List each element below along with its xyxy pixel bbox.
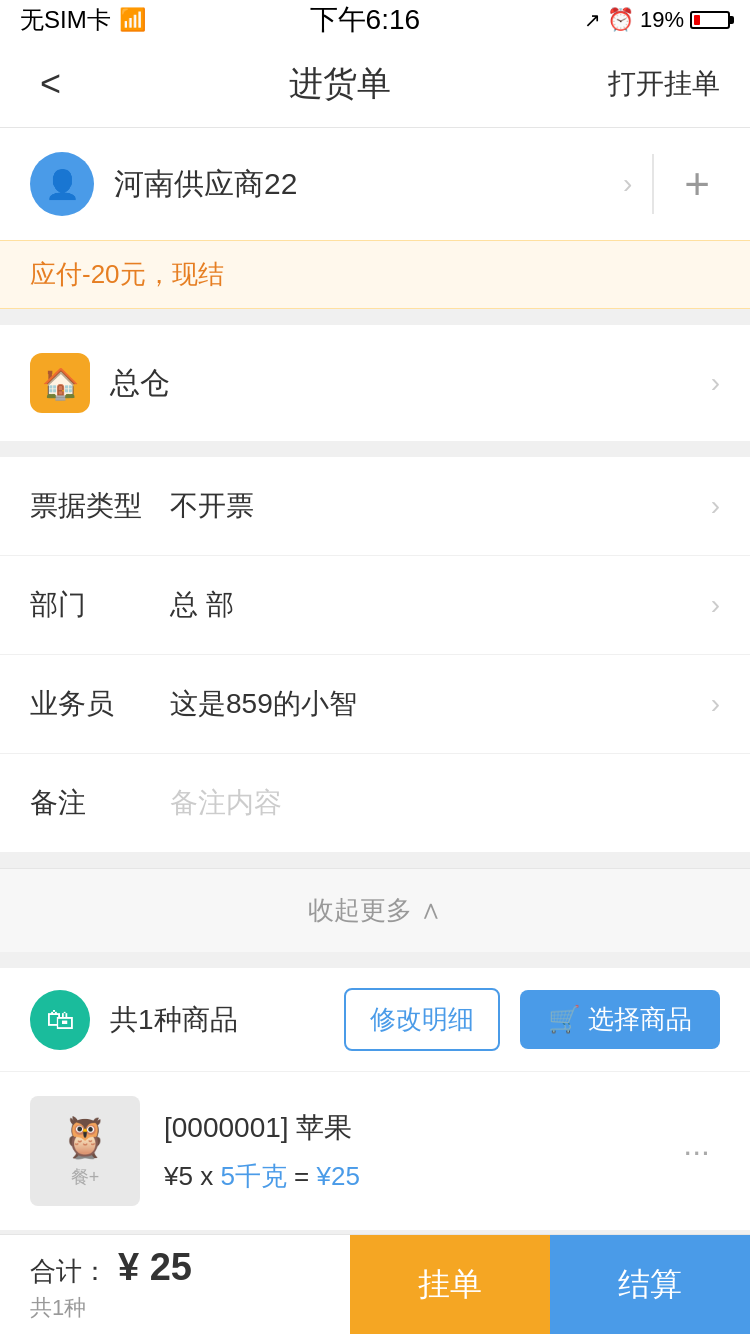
alarm-icon: ⏰: [607, 7, 634, 33]
status-bar: 无SIM卡 📶 下午6:16 ↗ ⏰ 19%: [0, 0, 750, 40]
page-title: 进货单: [289, 61, 391, 107]
bottom-bar: 合计： ¥ 25 共1种 挂单 结算: [0, 1234, 750, 1334]
select-product-button[interactable]: 🛒 选择商品: [520, 990, 720, 1049]
supplier-row[interactable]: 👤 河南供应商22 › +: [0, 128, 750, 240]
warehouse-arrow-icon: ›: [711, 367, 720, 399]
battery-icon: [690, 11, 730, 29]
equals-sign: =: [294, 1161, 316, 1191]
collapse-bar[interactable]: 收起更多 ∧: [0, 868, 750, 952]
product-code: [0000001]: [164, 1112, 289, 1143]
products-count: 共1种商品: [110, 1001, 324, 1039]
department-value: 总 部: [150, 586, 711, 624]
select-product-label: 选择商品: [588, 1002, 692, 1037]
supplier-arrow-icon: ›: [623, 168, 632, 200]
department-arrow-icon: ›: [711, 589, 720, 621]
warehouse-icon: 🏠: [30, 353, 90, 413]
unit-price: ¥5: [164, 1161, 193, 1191]
department-label: 部门: [30, 586, 150, 624]
status-right: ↗ ⏰ 19%: [584, 7, 730, 33]
wifi-icon: 📶: [119, 7, 146, 33]
collapse-label: 收起更多 ∧: [308, 895, 441, 925]
form-section: 票据类型 不开票 › 部门 总 部 › 业务员 这是859的小智 › 备注 备注…: [0, 457, 750, 852]
product-total: ¥25: [317, 1161, 360, 1191]
product-title: 苹果: [296, 1112, 352, 1143]
salesperson-value: 这是859的小智: [150, 685, 711, 723]
product-thumbnail: 🦉 餐+: [30, 1096, 140, 1206]
warehouse-name: 总仓: [110, 363, 711, 404]
products-header: 🛍 共1种商品 修改明细 🛒 选择商品: [0, 968, 750, 1072]
total-main: 合计： ¥ 25: [30, 1246, 320, 1289]
warehouse-section: 🏠 总仓 ›: [0, 325, 750, 441]
remark-row[interactable]: 备注 备注内容: [0, 754, 750, 852]
carrier-text: 无SIM卡: [20, 4, 111, 36]
select-product-icon: 🛒: [548, 1004, 580, 1035]
battery-percent: 19%: [640, 7, 684, 33]
location-icon: ↗: [584, 8, 601, 32]
product-info: [0000001] 苹果 ¥5 x 5千克 = ¥25: [164, 1109, 673, 1194]
hold-button-label: 挂单: [418, 1263, 482, 1307]
owl-icon: 🦉: [60, 1114, 110, 1161]
add-supplier-button[interactable]: +: [674, 159, 720, 209]
supplier-section: 👤 河南供应商22 › + 应付-20元，现结: [0, 128, 750, 309]
supplier-divider: [652, 154, 654, 214]
status-carrier: 无SIM卡 📶: [20, 4, 146, 36]
invoice-row[interactable]: 票据类型 不开票 ›: [0, 457, 750, 556]
nav-bar: < 进货单 打开挂单: [0, 40, 750, 128]
total-label: 合计：: [30, 1254, 108, 1289]
salesperson-arrow-icon: ›: [711, 688, 720, 720]
warehouse-row[interactable]: 🏠 总仓 ›: [0, 325, 750, 441]
owl-label: 餐+: [71, 1165, 100, 1189]
battery-fill: [694, 15, 700, 25]
warehouse-building-icon: 🏠: [42, 366, 79, 401]
invoice-label: 票据类型: [30, 487, 150, 525]
status-time: 下午6:16: [310, 1, 421, 39]
supplier-avatar: 👤: [30, 152, 94, 216]
back-button[interactable]: <: [30, 53, 71, 115]
products-icon: 🛍: [30, 990, 90, 1050]
product-quantity: 5千克: [220, 1161, 286, 1191]
price-separator: x: [200, 1161, 220, 1191]
checkout-button[interactable]: 结算: [550, 1235, 750, 1334]
remark-input[interactable]: 备注内容: [150, 784, 720, 822]
remark-label: 备注: [30, 784, 150, 822]
supplier-notice: 应付-20元，现结: [0, 240, 750, 309]
checkout-button-label: 结算: [618, 1263, 682, 1307]
product-more-button[interactable]: ···: [673, 1123, 720, 1180]
total-section: 合计： ¥ 25 共1种: [0, 1235, 350, 1334]
product-name: [0000001] 苹果: [164, 1109, 673, 1147]
total-count: 共1种: [30, 1293, 320, 1323]
salesperson-row[interactable]: 业务员 这是859的小智 ›: [0, 655, 750, 754]
product-price: ¥5 x 5千克 = ¥25: [164, 1159, 673, 1194]
open-hold-button[interactable]: 打开挂单: [608, 65, 720, 103]
edit-detail-button[interactable]: 修改明细: [344, 988, 500, 1051]
salesperson-label: 业务员: [30, 685, 150, 723]
invoice-arrow-icon: ›: [711, 490, 720, 522]
product-item: 🦉 餐+ [0000001] 苹果 ¥5 x 5千克 = ¥25 ···: [0, 1072, 750, 1230]
invoice-value: 不开票: [150, 487, 711, 525]
hold-button[interactable]: 挂单: [350, 1235, 550, 1334]
department-row[interactable]: 部门 总 部 ›: [0, 556, 750, 655]
total-amount: ¥ 25: [118, 1246, 192, 1289]
cart-icon: 🛍: [46, 1003, 74, 1036]
avatar-icon: 👤: [45, 168, 80, 201]
supplier-name: 河南供应商22: [114, 164, 623, 205]
